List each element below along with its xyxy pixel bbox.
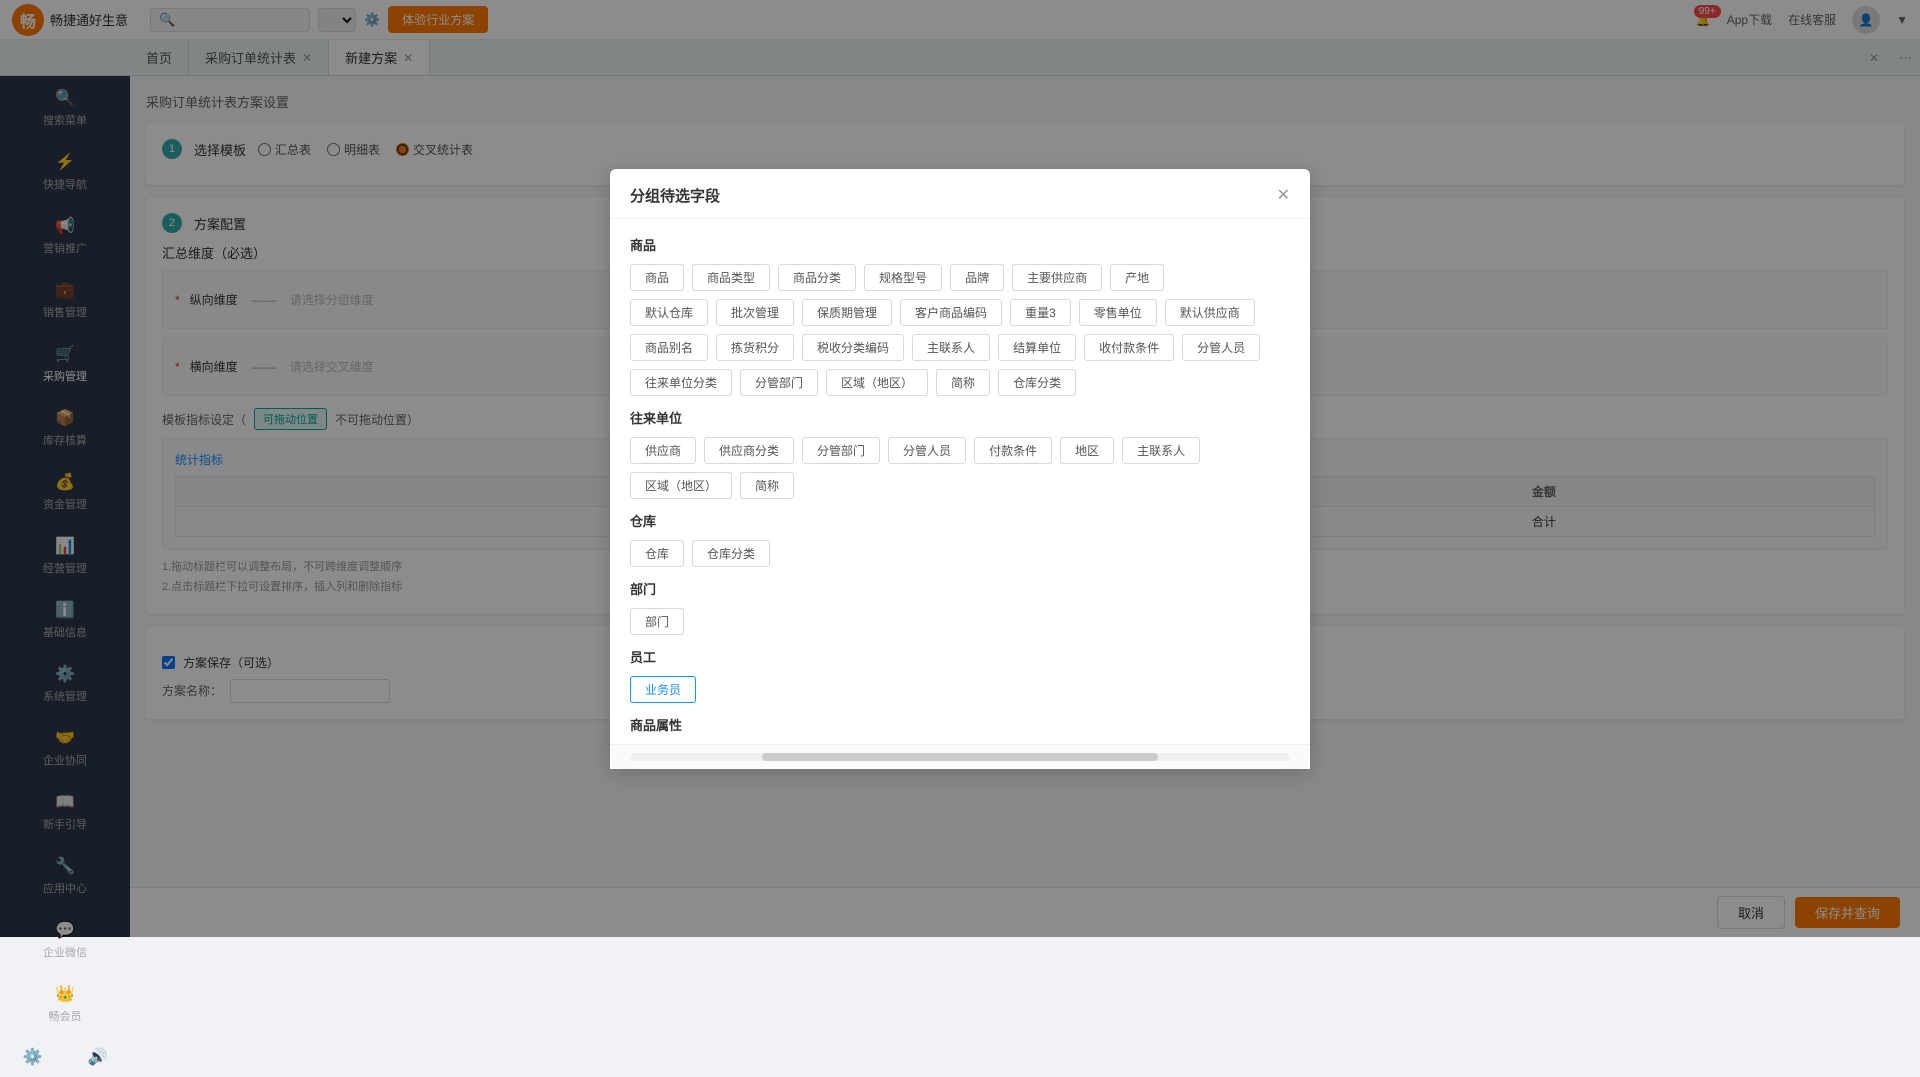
section-header-product-attr: 商品属性	[630, 715, 1290, 734]
field-tag-brand[interactable]: 品牌	[950, 264, 1004, 291]
field-tag-spec-model[interactable]: 规格型号	[864, 264, 942, 291]
field-tag-default-supplier[interactable]: 默认供应商	[1165, 299, 1255, 326]
section-header-product: 商品	[630, 235, 1290, 254]
field-grid-product3: 商品别名 拣货积分 税收分类编码 主联系人 结算单位 收付款条件 分管人员	[630, 334, 1290, 361]
field-tag-tax-code[interactable]: 税收分类编码	[802, 334, 904, 361]
field-tag-payment-terms[interactable]: 收付款条件	[1084, 334, 1174, 361]
sidebar-item-label-wechat: 企业微信	[43, 944, 87, 960]
modal-header: 分组待选字段 ✕	[610, 169, 1310, 219]
field-tag-main-contact-partner[interactable]: 主联系人	[1122, 437, 1200, 464]
modal-footer-scrollbar	[610, 744, 1310, 769]
field-grid-product4: 往来单位分类 分管部门 区域（地区） 简称 仓库分类	[630, 369, 1290, 396]
field-tag-supervisor[interactable]: 分管人员	[1182, 334, 1260, 361]
field-tag-origin[interactable]: 产地	[1110, 264, 1164, 291]
field-tag-weight3[interactable]: 重量3	[1010, 299, 1071, 326]
field-tag-main-contact[interactable]: 主联系人	[912, 334, 990, 361]
field-tag-department[interactable]: 部门	[630, 608, 684, 635]
field-tag-short-name-product[interactable]: 简称	[936, 369, 990, 396]
scrollbar-thumb	[762, 753, 1158, 761]
field-tag-managing-dept[interactable]: 分管部门	[802, 437, 880, 464]
field-grid-partner: 供应商 供应商分类 分管部门 分管人员 付款条件 地区 主联系人	[630, 437, 1290, 464]
modal-overlay: 分组待选字段 ✕ 商品 商品 商品类型 商品分类 规格型号 品牌 主要供应商 产…	[0, 0, 1920, 937]
field-tag-partner-category[interactable]: 往来单位分类	[630, 369, 732, 396]
field-tag-settlement-unit[interactable]: 结算单位	[998, 334, 1076, 361]
field-tag-salesperson[interactable]: 业务员	[630, 676, 696, 703]
sidebar-item-label-member: 畅会员	[49, 1008, 82, 1024]
section-header-staff: 员工	[630, 647, 1290, 666]
field-tag-region-partner[interactable]: 区域（地区）	[630, 472, 732, 499]
field-tag-area[interactable]: 地区	[1060, 437, 1114, 464]
field-tag-main-supplier[interactable]: 主要供应商	[1012, 264, 1102, 291]
field-tag-batch-mgmt[interactable]: 批次管理	[716, 299, 794, 326]
field-tag-region-product[interactable]: 区域（地区）	[826, 369, 928, 396]
modal-title: 分组待选字段	[630, 185, 720, 206]
field-tag-payment-condition[interactable]: 付款条件	[974, 437, 1052, 464]
field-tag-pick-score[interactable]: 拣货积分	[716, 334, 794, 361]
field-tag-supplier[interactable]: 供应商	[630, 437, 696, 464]
field-grid-staff: 业务员	[630, 676, 1290, 703]
field-tag-expiry-mgmt[interactable]: 保质期管理	[802, 299, 892, 326]
field-tag-product[interactable]: 商品	[630, 264, 684, 291]
field-grid-product: 商品 商品类型 商品分类 规格型号 品牌 主要供应商 产地	[630, 264, 1290, 291]
field-grid-product2: 默认仓库 批次管理 保质期管理 客户商品编码 重量3 零售单位 默认供应商	[630, 299, 1290, 326]
modal-close-button[interactable]: ✕	[1277, 185, 1290, 205]
field-tag-warehouse-category[interactable]: 仓库分类	[998, 369, 1076, 396]
field-tag-short-name-partner[interactable]: 简称	[740, 472, 794, 499]
modal-dialog: 分组待选字段 ✕ 商品 商品 商品类型 商品分类 规格型号 品牌 主要供应商 产…	[610, 169, 1310, 769]
sidebar-item-member[interactable]: 👑 畅会员	[0, 972, 130, 1036]
horizontal-scrollbar[interactable]	[630, 753, 1290, 761]
field-tag-supplier-category[interactable]: 供应商分类	[704, 437, 794, 464]
field-tag-alias[interactable]: 商品别名	[630, 334, 708, 361]
field-tag-default-warehouse[interactable]: 默认仓库	[630, 299, 708, 326]
modal-body: 商品 商品 商品类型 商品分类 规格型号 品牌 主要供应商 产地 默认仓库 批次…	[610, 219, 1310, 744]
section-header-partner: 往来单位	[630, 408, 1290, 427]
field-grid-warehouse: 仓库 仓库分类	[630, 540, 1290, 567]
field-tag-retail-unit[interactable]: 零售单位	[1079, 299, 1157, 326]
field-tag-warehouse[interactable]: 仓库	[630, 540, 684, 567]
field-tag-dept[interactable]: 分管部门	[740, 369, 818, 396]
field-tag-managing-person[interactable]: 分管人员	[888, 437, 966, 464]
section-header-dept: 部门	[630, 579, 1290, 598]
field-tag-customer-code[interactable]: 客户商品编码	[900, 299, 1002, 326]
section-header-warehouse: 仓库	[630, 511, 1290, 530]
sidebar-settings-icon[interactable]: ⚙️	[23, 1047, 43, 1067]
sidebar-volume-icon[interactable]: 🔊	[88, 1047, 108, 1067]
field-tag-product-type[interactable]: 商品类型	[692, 264, 770, 291]
sidebar-bottom: ⚙️ 🔊	[0, 1036, 130, 1077]
member-icon: 👑	[55, 984, 75, 1004]
field-tag-warehouse-cat[interactable]: 仓库分类	[692, 540, 770, 567]
field-grid-partner2: 区域（地区） 简称	[630, 472, 1290, 499]
field-tag-product-category[interactable]: 商品分类	[778, 264, 856, 291]
field-grid-dept: 部门	[630, 608, 1290, 635]
